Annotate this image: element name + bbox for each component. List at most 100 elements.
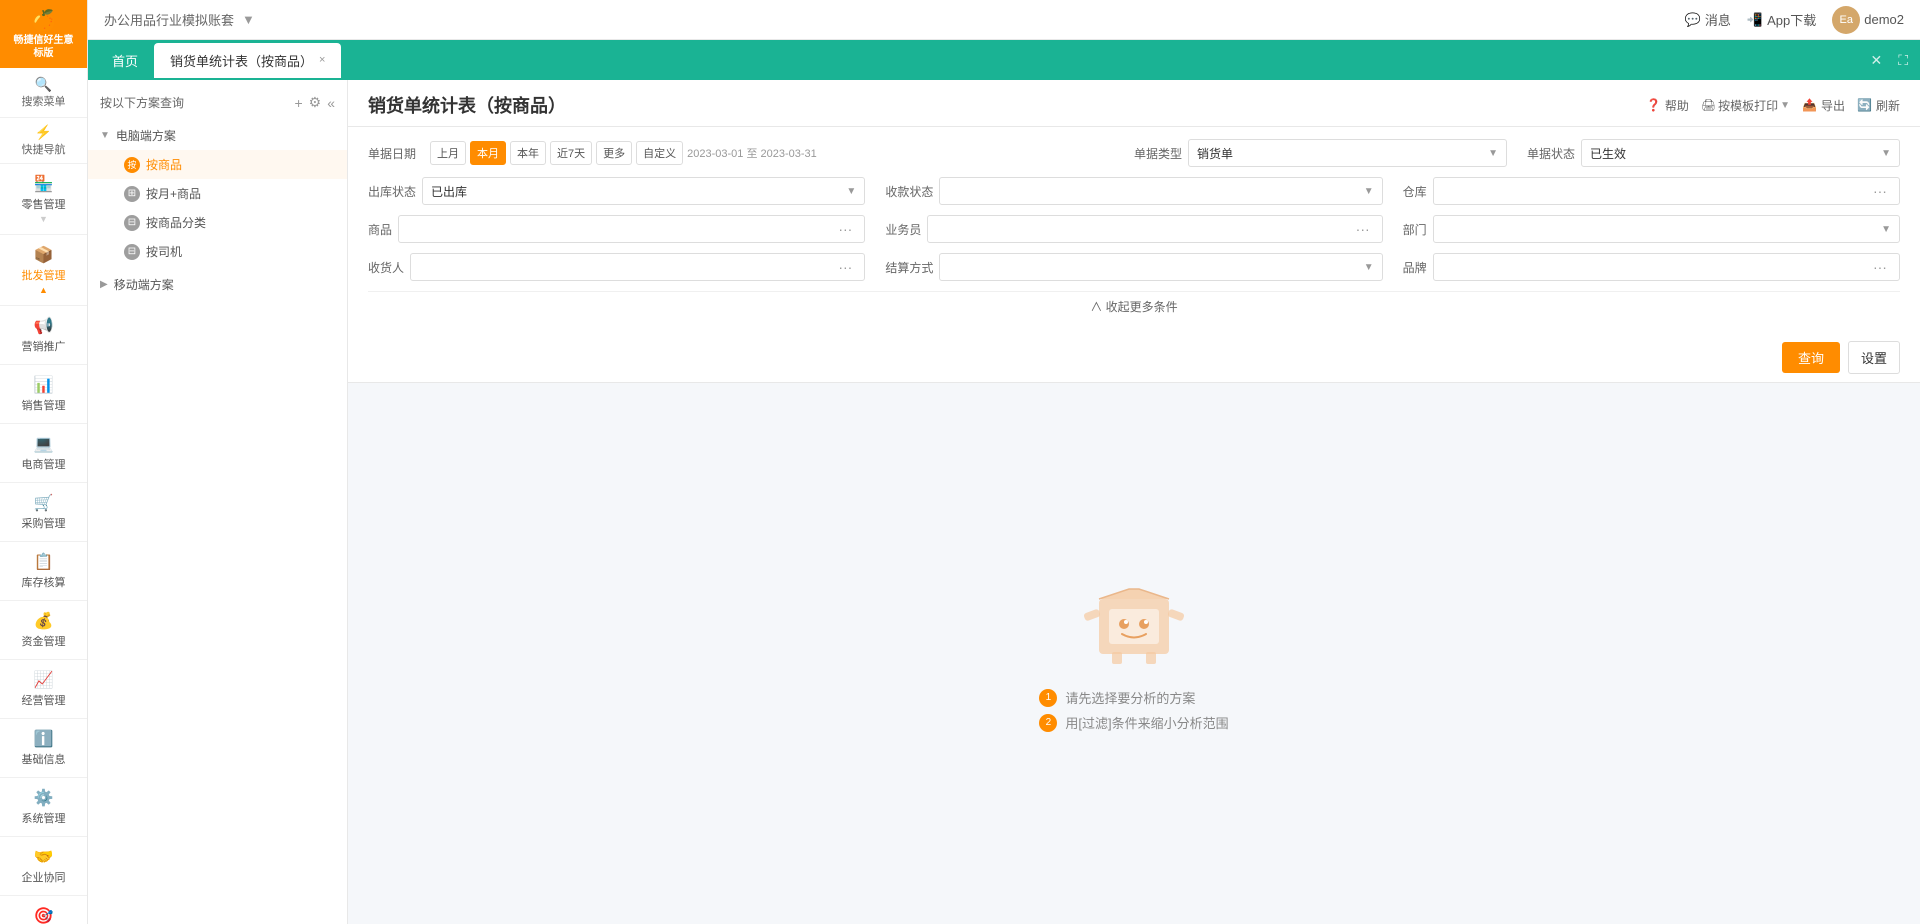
scheme-item-icon-by-product: 按	[124, 157, 140, 173]
doc-status-label: 单据状态	[1527, 145, 1575, 162]
active-tab-label: 销货单统计表（按商品）	[170, 51, 313, 70]
finance-icon: 💰	[34, 611, 54, 631]
sidebar-item-inventory[interactable]: 📋 库存核算	[0, 542, 87, 601]
app-logo[interactable]: 🍊 畅捷信好生意 标版	[0, 0, 87, 68]
salesman-select[interactable]: ···	[927, 215, 1382, 243]
doc-type-label: 单据类型	[1134, 145, 1182, 162]
tabbar-close-btn[interactable]: ✕	[1866, 48, 1886, 73]
out-status-label: 出库状态	[368, 183, 416, 200]
collect-status-arrow-icon: ▼	[1364, 186, 1374, 197]
collapse-btn[interactable]: ∧ 收起更多条件	[368, 291, 1900, 321]
content-body: 1 请先选择要分析的方案 2 用[过滤]条件来缩小分析范围	[348, 383, 1920, 924]
date-btn-this-year[interactable]: 本年	[510, 141, 546, 165]
product-select[interactable]: ···	[398, 215, 865, 243]
department-label: 部门	[1403, 221, 1427, 238]
receiver-dots-icon[interactable]: ···	[834, 259, 856, 275]
scheme-item-by-product[interactable]: 按 按商品	[88, 150, 347, 179]
filter-item-salesman: 业务员 ···	[885, 215, 1382, 243]
warehouse-select[interactable]: ···	[1433, 177, 1900, 205]
scheme-item-by-category[interactable]: ⊟ 按商品分类	[88, 208, 347, 237]
sidebar-item-search[interactable]: 🔍 搜索菜单	[0, 68, 87, 118]
filter-item-product: 商品 ···	[368, 215, 865, 243]
tab-close-icon[interactable]: ×	[319, 55, 325, 66]
date-btn-last7[interactable]: 近7天	[550, 141, 592, 165]
query-button[interactable]: 查询	[1782, 342, 1840, 373]
date-btn-more[interactable]: 更多	[596, 141, 632, 165]
avatar: Ea	[1832, 6, 1860, 34]
department-select[interactable]: ▼	[1433, 215, 1900, 243]
refresh-btn[interactable]: 🔄 刷新	[1857, 97, 1900, 114]
collect-status-select[interactable]: ▼	[939, 177, 1382, 205]
brand-select[interactable]: ···	[1433, 253, 1900, 281]
sidebar-item-guide[interactable]: 🎯 新手引导	[0, 896, 87, 924]
settings-button[interactable]: 设置	[1848, 341, 1900, 374]
help-btn[interactable]: ❓ 帮助	[1646, 97, 1689, 114]
user-menu[interactable]: Ea demo2	[1832, 6, 1904, 34]
sidebar-item-ecommerce[interactable]: 💻 电商管理	[0, 424, 87, 483]
message-icon: 💬	[1685, 12, 1701, 28]
query-actions: 查询 设置	[348, 333, 1920, 383]
logo-icon: 🍊	[4, 8, 83, 34]
sidebar: 🍊 畅捷信好生意 标版 🔍 搜索菜单 ⚡ 快捷导航 🏪 零售管理 ▼ 📦 批发管…	[0, 0, 88, 924]
salesman-dots-icon[interactable]: ···	[1352, 221, 1374, 237]
scheme-item-label-by-month-product: 按月+商品	[146, 185, 201, 202]
doc-type-select[interactable]: 销货单 ▼	[1188, 139, 1507, 167]
system-icon: ⚙️	[34, 788, 54, 808]
sidebar-item-operations[interactable]: 📈 经营管理	[0, 660, 87, 719]
scheme-collapse-btn[interactable]: «	[327, 95, 335, 111]
template-print-btn[interactable]: 🖨 按模板打印 ▼	[1701, 97, 1790, 114]
payment-label: 结算方式	[885, 259, 933, 276]
scheme-group-arrow-mobile: ▶	[100, 279, 108, 290]
filter-item-collect-status: 收款状态 ▼	[885, 177, 1382, 205]
payment-select[interactable]: ▼	[939, 253, 1382, 281]
guide-icon: 🎯	[34, 906, 54, 924]
tab-active[interactable]: 销货单统计表（按商品） ×	[154, 43, 341, 78]
retail-icon: 🏪	[34, 174, 54, 194]
breadcrumb-dropdown-icon[interactable]: ▼	[242, 12, 255, 27]
brand-dots-icon[interactable]: ···	[1869, 259, 1891, 275]
operations-icon: 📈	[34, 670, 54, 690]
scheme-add-btn[interactable]: +	[294, 95, 302, 111]
tab-home[interactable]: 首页	[96, 43, 154, 78]
doc-status-select[interactable]: 已生效 ▼	[1581, 139, 1900, 167]
date-btn-custom[interactable]: 自定义	[636, 141, 683, 165]
warehouse-dots-icon[interactable]: ···	[1869, 183, 1891, 199]
payment-arrow-icon: ▼	[1364, 262, 1374, 273]
product-dots-icon[interactable]: ···	[834, 221, 856, 237]
sidebar-item-wholesale[interactable]: 📦 批发管理 ▲	[0, 235, 87, 306]
scheme-group-header-pc[interactable]: ▼ 电脑端方案	[88, 121, 347, 150]
sidebar-item-system[interactable]: ⚙️ 系统管理	[0, 778, 87, 837]
ecommerce-icon: 💻	[34, 434, 54, 454]
app-download-btn[interactable]: 📲 App下载	[1747, 10, 1816, 29]
empty-step-2: 2 用[过滤]条件来缩小分析范围	[1039, 713, 1228, 732]
scheme-settings-btn[interactable]: ⚙	[309, 94, 322, 111]
sidebar-item-basic[interactable]: ℹ️ 基础信息	[0, 719, 87, 778]
sidebar-item-enterprise[interactable]: 🤝 企业协同	[0, 837, 87, 896]
receiver-select[interactable]: ···	[410, 253, 865, 281]
scheme-item-by-month-product[interactable]: ⊞ 按月+商品	[88, 179, 347, 208]
sidebar-item-finance[interactable]: 💰 资金管理	[0, 601, 87, 660]
out-status-select[interactable]: 已出库 ▼	[422, 177, 865, 205]
tabbar-expand-btn[interactable]: ⛶	[1894, 48, 1912, 73]
basic-icon: ℹ️	[34, 729, 54, 749]
sidebar-item-marketing[interactable]: 📢 营销推广	[0, 306, 87, 365]
step1-text: 请先选择要分析的方案	[1065, 688, 1195, 707]
sidebar-item-retail[interactable]: 🏪 零售管理 ▼	[0, 164, 87, 235]
enterprise-icon: 🤝	[34, 847, 54, 867]
sidebar-item-purchase[interactable]: 🛒 采购管理	[0, 483, 87, 542]
doc-status-arrow-icon: ▼	[1881, 148, 1891, 159]
empty-step-1: 1 请先选择要分析的方案	[1039, 688, 1228, 707]
scheme-item-icon-by-month: ⊞	[124, 186, 140, 202]
marketing-icon: 📢	[34, 316, 54, 336]
scheme-item-by-printer[interactable]: ⊟ 按司机	[88, 237, 347, 266]
scheme-group-header-mobile[interactable]: ▶ 移动端方案	[88, 270, 347, 299]
message-btn[interactable]: 💬 消息	[1685, 10, 1731, 29]
step1-num: 1	[1039, 689, 1057, 707]
empty-svg-illustration	[1074, 569, 1194, 669]
date-btn-this-month[interactable]: 本月	[470, 141, 506, 165]
scheme-item-label-by-category: 按商品分类	[146, 214, 206, 231]
date-btn-last-month[interactable]: 上月	[430, 141, 466, 165]
export-btn[interactable]: 📤 导出	[1802, 97, 1845, 114]
sidebar-item-sales[interactable]: 📊 销售管理	[0, 365, 87, 424]
sidebar-item-quick-nav[interactable]: ⚡ 快捷导航	[0, 118, 87, 164]
